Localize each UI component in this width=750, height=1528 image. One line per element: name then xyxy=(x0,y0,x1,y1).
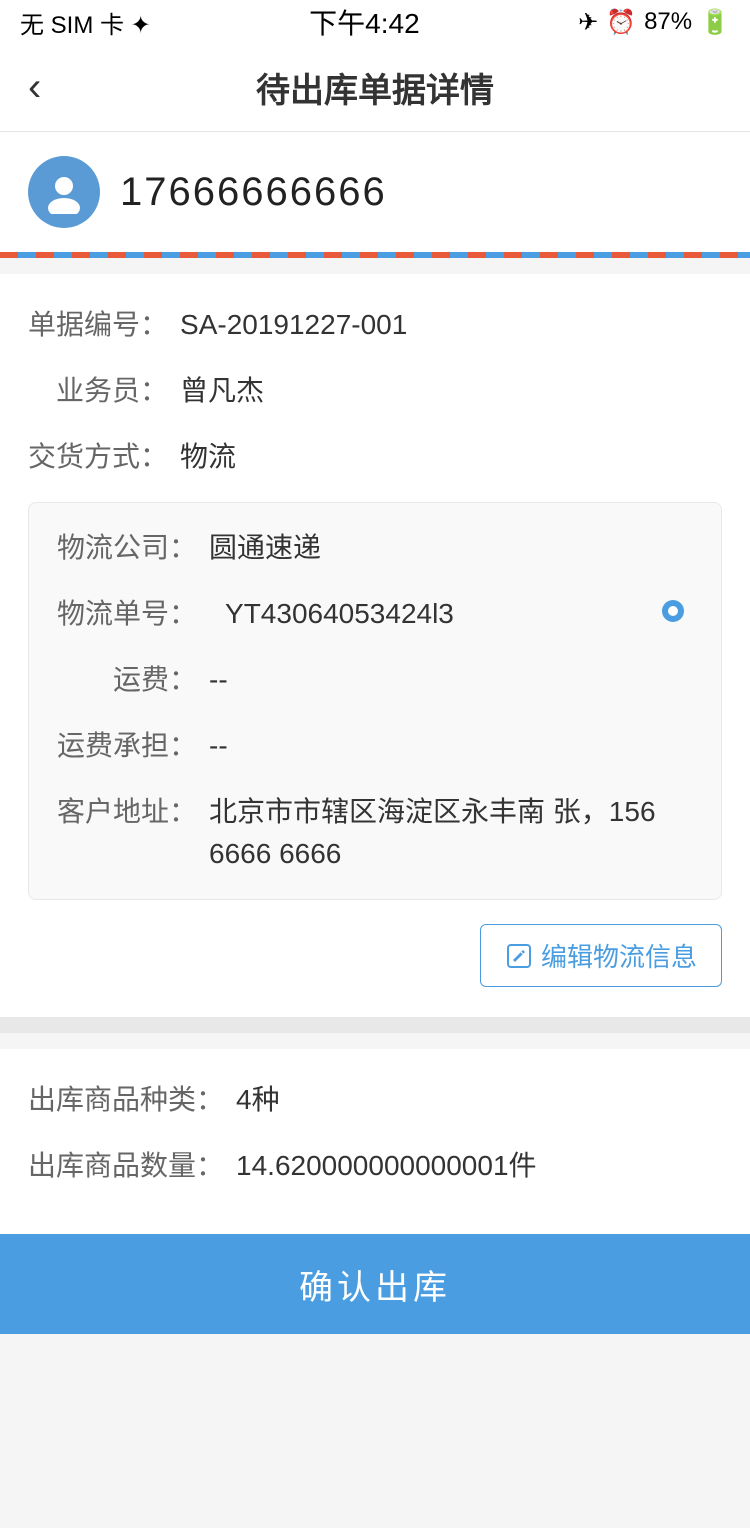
section-divider xyxy=(0,1017,750,1033)
logistics-card: 物流公司： 圆通速递 物流单号： YT43064053424l3 运费： -- … xyxy=(28,502,722,900)
edit-btn-container: 编辑物流信息 xyxy=(28,900,722,987)
user-phone: 17666666666 xyxy=(120,170,387,215)
agent-label: 业务员： xyxy=(28,370,168,412)
company-value: 圆通速递 xyxy=(209,527,693,569)
delivery-row: 交货方式： 物流 xyxy=(28,436,722,478)
freight-bearer-row: 运费承担： -- xyxy=(57,725,693,767)
delivery-label: 交货方式： xyxy=(28,436,168,478)
back-button[interactable]: ‹ xyxy=(28,65,41,110)
status-right: ✈ ⏰ 87% 🔋 xyxy=(578,8,730,37)
address-row: 客户地址： 北京市市辖区海淀区永丰南 张，156 6666 6666 xyxy=(57,791,693,875)
address-value: 北京市市辖区海淀区永丰南 张，156 6666 6666 xyxy=(209,791,693,875)
battery-icon: 🔋 xyxy=(700,8,730,37)
battery-level: 87% xyxy=(644,8,692,36)
freight-bearer-label: 运费承担： xyxy=(57,725,197,767)
order-info-section: 单据编号： SA-20191227-001 业务员： 曾凡杰 交货方式： 物流 … xyxy=(0,274,750,1017)
nav-bar: ‹ 待出库单据详情 xyxy=(0,44,750,132)
sim-signal: 无 SIM 卡 ✦ xyxy=(20,5,151,40)
edit-logistics-label: 编辑物流信息 xyxy=(541,937,697,974)
order-no-value: SA-20191227-001 xyxy=(180,304,722,346)
status-bar: 无 SIM 卡 ✦ 下午4:42 ✈ ⏰ 87% 🔋 xyxy=(0,0,750,44)
product-quantity-value: 14.620000000000001件 xyxy=(236,1145,722,1187)
tracking-value: YT43064053424l3 xyxy=(225,593,637,635)
product-quantity-label: 出库商品数量： xyxy=(28,1145,224,1187)
company-label: 物流公司： xyxy=(57,527,197,569)
edit-icon xyxy=(505,942,533,970)
freight-label: 运费： xyxy=(57,659,197,701)
avatar xyxy=(28,156,100,228)
user-icon xyxy=(42,170,86,214)
bottom-spacer xyxy=(0,1328,750,1528)
delivery-value: 物流 xyxy=(180,436,722,478)
confirm-button[interactable]: 确认出库 xyxy=(0,1234,750,1334)
status-time: 下午4:42 xyxy=(309,2,420,42)
confirm-button-label: 确认出库 xyxy=(299,1260,451,1309)
product-quantity-row: 出库商品数量： 14.620000000000001件 xyxy=(28,1145,722,1187)
order-no-label: 单据编号： xyxy=(28,304,168,346)
product-types-value: 4种 xyxy=(236,1079,722,1121)
freight-bearer-value: -- xyxy=(209,725,693,767)
user-header: 17666666666 xyxy=(0,132,750,252)
agent-row: 业务员： 曾凡杰 xyxy=(28,370,722,412)
company-row: 物流公司： 圆通速递 xyxy=(57,527,693,569)
status-left: 无 SIM 卡 ✦ xyxy=(20,5,151,40)
map-pin-icon xyxy=(653,594,693,634)
product-types-row: 出库商品种类： 4种 xyxy=(28,1079,722,1121)
agent-value: 曾凡杰 xyxy=(180,370,722,412)
freight-row: 运费： -- xyxy=(57,659,693,701)
product-types-label: 出库商品种类： xyxy=(28,1079,224,1121)
location-icon: ✈ xyxy=(578,8,598,37)
edit-logistics-button[interactable]: 编辑物流信息 xyxy=(480,924,722,987)
address-label: 客户地址： xyxy=(57,791,197,833)
order-no-row: 单据编号： SA-20191227-001 xyxy=(28,304,722,346)
page-title: 待出库单据详情 xyxy=(256,63,494,112)
freight-value: -- xyxy=(209,659,693,701)
alarm-icon: ⏰ xyxy=(606,8,636,37)
dashed-divider xyxy=(0,252,750,258)
tracking-row: 物流单号： YT43064053424l3 xyxy=(57,593,693,635)
tracking-label: 物流单号： xyxy=(57,593,197,635)
